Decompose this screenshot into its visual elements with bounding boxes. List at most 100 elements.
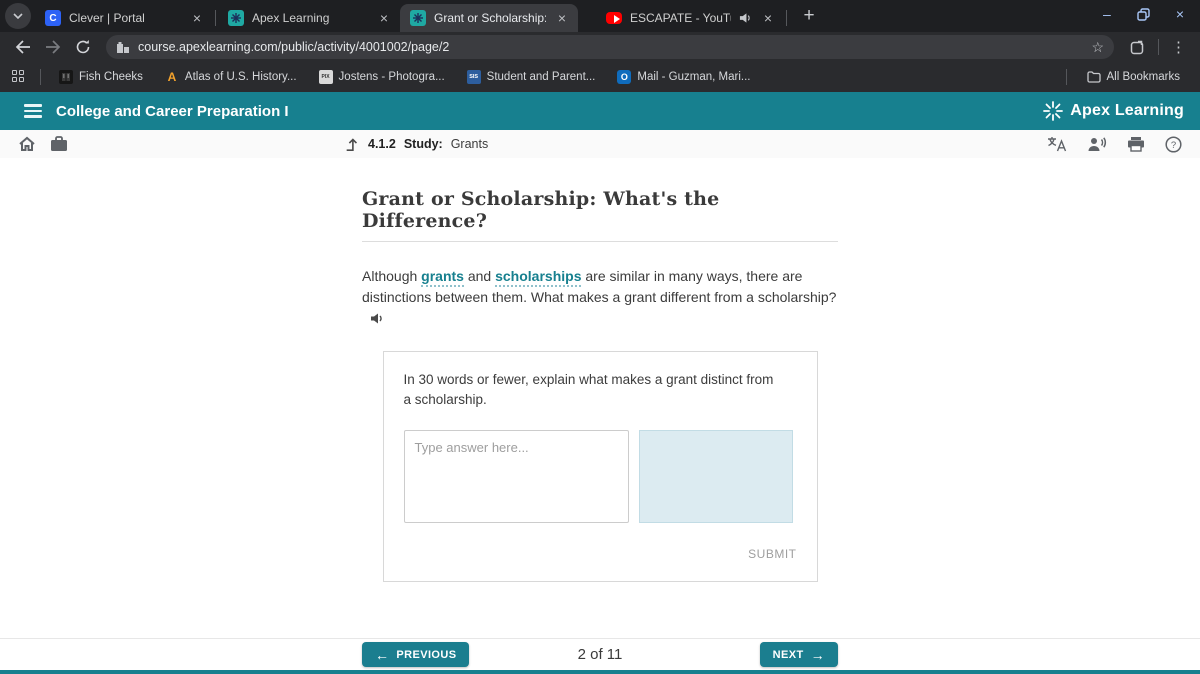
grants-link[interactable]: grants	[421, 268, 464, 287]
new-tab-button[interactable]: +	[797, 5, 821, 27]
return-up-icon[interactable]	[344, 136, 360, 152]
previous-button[interactable]: ← PREVIOUS	[362, 642, 470, 667]
bookmark-label: Fish Cheeks	[79, 71, 143, 83]
chevron-down-icon	[13, 13, 23, 19]
help-icon[interactable]: ?	[1165, 135, 1182, 153]
site-info-icon[interactable]	[116, 41, 130, 54]
browser-toolbar: course.apexlearning.com/public/activity/…	[0, 32, 1200, 62]
close-tab-icon[interactable]: ×	[554, 10, 570, 26]
paragraph-text: and	[463, 268, 496, 284]
back-icon[interactable]	[10, 34, 36, 60]
pagination-footer: ← PREVIOUS NEXT → 2 of 11	[0, 638, 1200, 670]
print-icon[interactable]	[1127, 136, 1145, 152]
tab-strip: C Clever | Portal × Apex Learning × Gran…	[0, 0, 1200, 32]
url-text[interactable]: course.apexlearning.com/public/activity/…	[138, 40, 1083, 54]
tab-clever-portal[interactable]: C Clever | Portal ×	[35, 4, 213, 32]
bookmark-outlook-mail[interactable]: O Mail - Guzman, Mari...	[609, 70, 758, 84]
side-panel-icon[interactable]	[1124, 34, 1150, 60]
course-header: College and Career Preparation I Apex Le…	[0, 92, 1200, 130]
apps-grid-icon[interactable]	[12, 70, 26, 84]
intro-paragraph: Although grants and scholarships are sim…	[362, 266, 838, 329]
book-icon	[59, 70, 73, 84]
atlas-a-icon: A	[167, 70, 177, 84]
browser-window: C Clever | Portal × Apex Learning × Gran…	[0, 0, 1200, 674]
sis-icon: SIS	[466, 70, 481, 84]
bookmark-atlas[interactable]: A Atlas of U.S. History...	[157, 70, 305, 84]
tab-divider	[215, 10, 216, 26]
question-prompt: In 30 words or fewer, explain what makes…	[403, 372, 774, 407]
restore-window-icon[interactable]	[1137, 7, 1150, 21]
close-window-icon[interactable]: ×	[1176, 6, 1184, 22]
bookmark-jostens[interactable]: PIX Jostens - Photogra...	[311, 70, 453, 84]
bookmark-label: Atlas of U.S. History...	[184, 71, 297, 83]
tab-title: Grant or Scholarship: What's th	[434, 11, 546, 25]
bookmarks-bar: Fish Cheeks A Atlas of U.S. History... P…	[0, 62, 1200, 92]
tab-youtube[interactable]: ESCAPATE - YouTube ×	[596, 4, 784, 32]
next-button[interactable]: NEXT →	[759, 642, 838, 667]
left-arrow-icon: ←	[375, 646, 390, 663]
activity-breadcrumb: 4.1.2 Study: Grants	[344, 136, 488, 152]
read-aloud-icon[interactable]	[1087, 136, 1107, 152]
address-bar[interactable]: course.apexlearning.com/public/activity/…	[106, 35, 1114, 59]
apex-learning-logo: Apex Learning	[1042, 100, 1184, 122]
tab-search-button[interactable]	[5, 3, 31, 29]
tab-divider	[786, 10, 787, 26]
clever-favicon-icon: C	[45, 10, 61, 26]
tab-audio-icon[interactable]	[739, 12, 752, 24]
minimize-window-icon[interactable]: –	[1103, 6, 1111, 22]
brand-text: Apex Learning	[1070, 102, 1184, 119]
svg-text:?: ?	[1171, 140, 1176, 151]
right-arrow-icon: →	[810, 646, 825, 663]
forward-icon[interactable]	[40, 34, 66, 60]
reload-icon[interactable]	[70, 34, 96, 60]
tab-grant-or-scholarship-active[interactable]: Grant or Scholarship: What's th ×	[400, 4, 578, 32]
activity-type: Study:	[403, 137, 443, 151]
bookmark-label: Mail - Guzman, Mari...	[637, 71, 751, 83]
bookmark-label: Jostens - Photogra...	[338, 71, 445, 83]
apex-favicon-icon	[410, 10, 426, 26]
tab-apex-learning[interactable]: Apex Learning ×	[218, 4, 400, 32]
apex-favicon-icon	[228, 10, 244, 26]
jostens-pix-icon: PIX	[318, 70, 333, 84]
lesson-content: Grant or Scholarship: What's the Differe…	[0, 158, 1200, 638]
page-indicator: 2 of 11	[577, 646, 623, 663]
close-tab-icon[interactable]: ×	[376, 10, 392, 26]
all-bookmarks-label: All Bookmarks	[1106, 71, 1181, 83]
paragraph-text: Although	[362, 268, 422, 284]
activity-toolbar: 4.1.2 Study: Grants ?	[0, 130, 1200, 158]
previous-label: PREVIOUS	[396, 648, 457, 661]
page-title: Grant or Scholarship: What's the Differe…	[362, 188, 720, 232]
bookmark-star-icon[interactable]: ☆	[1091, 39, 1104, 56]
home-icon[interactable]	[18, 136, 36, 152]
close-tab-icon[interactable]: ×	[189, 10, 205, 26]
scholarships-link[interactable]: scholarships	[495, 268, 582, 287]
course-menu-icon[interactable]	[24, 104, 42, 118]
next-label: NEXT	[772, 648, 804, 661]
all-bookmarks-button[interactable]: All Bookmarks	[1079, 71, 1189, 83]
window-controls: – ×	[1103, 6, 1200, 26]
course-title: College and Career Preparation I	[56, 102, 289, 120]
browser-menu-icon[interactable]: ⋮	[1167, 38, 1190, 56]
bookmarks-divider	[40, 69, 41, 85]
submit-button[interactable]: SUBMIT	[748, 547, 796, 561]
tab-title: Apex Learning	[252, 11, 330, 25]
bookmark-label: Student and Parent...	[486, 71, 596, 83]
translate-icon[interactable]	[1047, 136, 1067, 152]
answer-hint-box	[638, 430, 793, 523]
answer-input[interactable]	[403, 430, 629, 523]
youtube-favicon-icon	[606, 12, 622, 24]
toolbar-divider	[1158, 39, 1159, 55]
briefcase-icon[interactable]	[50, 136, 68, 152]
tab-title: Clever | Portal	[69, 11, 145, 25]
speaker-icon[interactable]	[370, 312, 385, 325]
activity-name: Grants	[450, 137, 489, 151]
apex-sunburst-icon	[1043, 101, 1064, 121]
folder-icon	[1086, 71, 1101, 83]
close-tab-icon[interactable]: ×	[760, 10, 776, 26]
question-card: In 30 words or fewer, explain what makes…	[382, 351, 818, 582]
outlook-icon: O	[617, 70, 632, 84]
bookmarks-divider	[1065, 69, 1067, 85]
bookmark-sis[interactable]: SIS Student and Parent...	[459, 70, 604, 84]
bookmark-fish-cheeks[interactable]: Fish Cheeks	[51, 70, 151, 84]
bottom-accent-strip	[0, 670, 1200, 674]
